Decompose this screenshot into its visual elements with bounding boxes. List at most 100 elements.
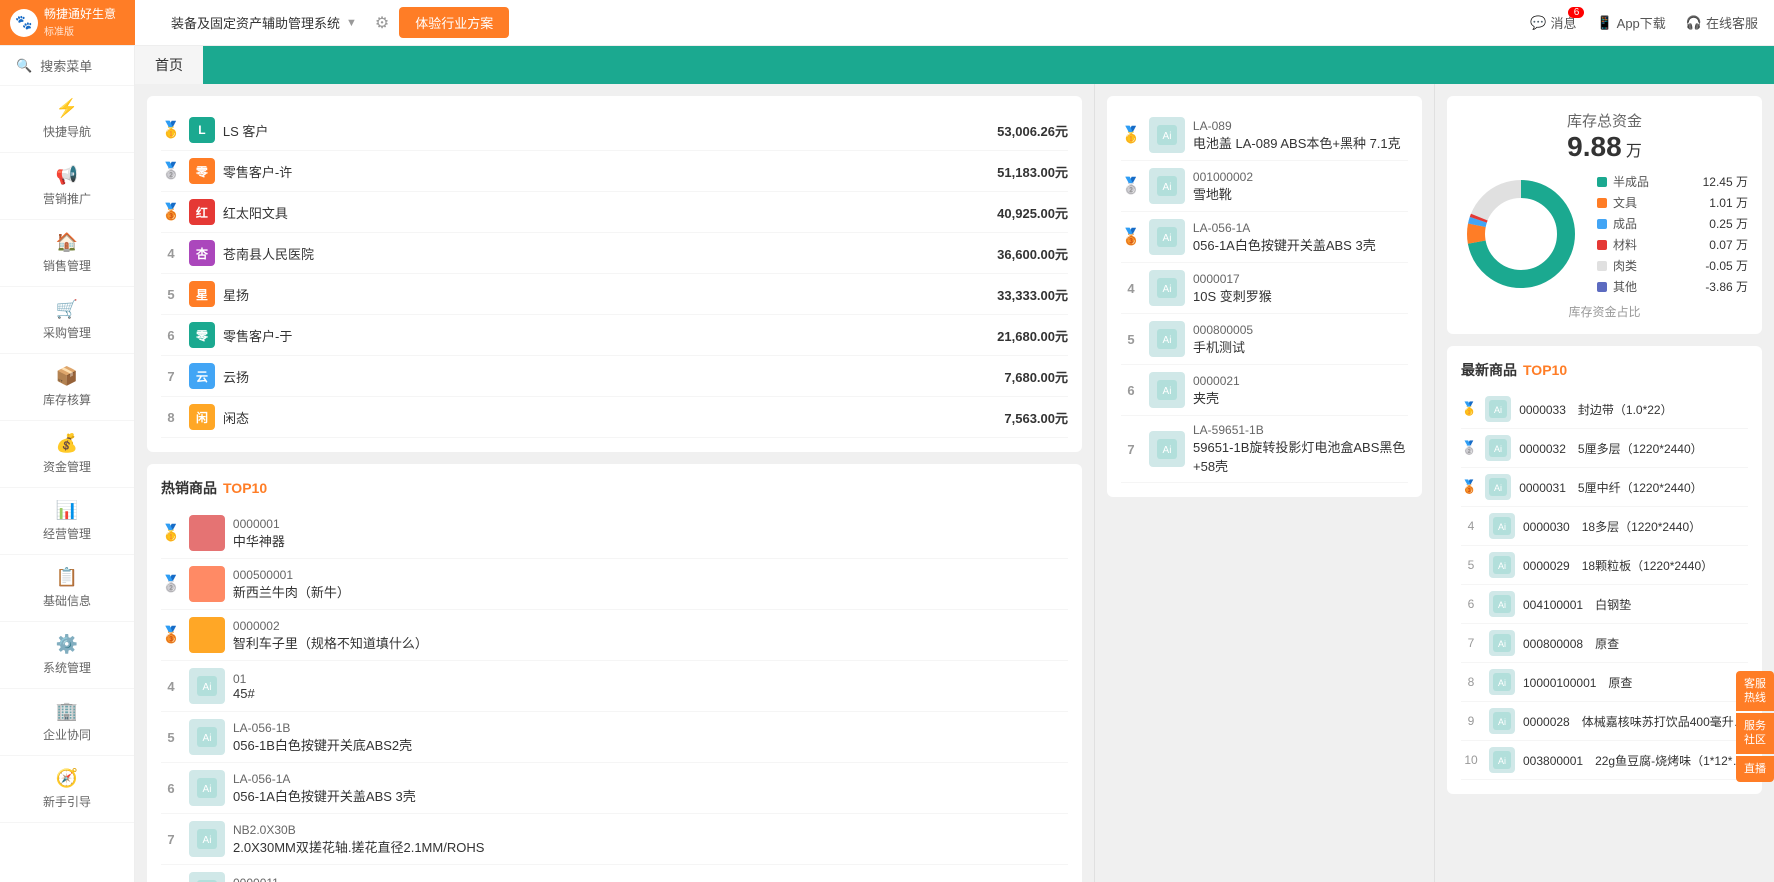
sidebar-item-finance[interactable]: 💰 资金管理 xyxy=(0,421,134,488)
product-info: 000500001 新西兰牛肉（新牛） xyxy=(233,568,1068,601)
inventory-footer: 库存资金占比 xyxy=(1461,303,1748,320)
guide-icon: 🧭 xyxy=(56,768,78,789)
rank-number: 6 xyxy=(161,781,181,796)
sidebar-item-inventory[interactable]: 📦 库存核算 xyxy=(0,354,134,421)
hot-products-list: 🥇 0000001 中华神器 🥈 000500001 新西兰牛肉（新牛） 🥉 0… xyxy=(161,508,1068,882)
legend-dot xyxy=(1597,219,1607,229)
sidebar-item-marketing[interactable]: 📢 营销推广 xyxy=(0,153,134,220)
headset-icon: 🎧 xyxy=(1686,15,1702,31)
product-info: LA-59651-1B 59651-1B旋转投影灯电池盒ABS黑色+58壳 xyxy=(1193,423,1408,475)
legend-label: 半成品 xyxy=(1613,173,1649,190)
message-icon: 💬 xyxy=(1530,15,1546,31)
bronze-medal-icon: 🥉 xyxy=(161,202,181,222)
svg-text:Ai: Ai xyxy=(1498,756,1506,766)
search-menu-item[interactable]: 🔍 搜索菜单 xyxy=(0,46,134,86)
latest-product-info: 0000029 18颗粒板（1220*2440） xyxy=(1523,557,1748,574)
latest-product-image: Ai xyxy=(1489,591,1515,617)
customer-rank-item: 4 杏 苍南县人民医院 36,600.00元 xyxy=(161,233,1068,274)
product-name: 智利车子里（规格不知道填什么） xyxy=(233,633,1068,652)
svg-text:Ai: Ai xyxy=(1494,405,1502,415)
latest-product-info: 004100001 白钢垫 xyxy=(1523,596,1748,613)
sidebar-item-sales[interactable]: 🏠 销售管理 xyxy=(0,220,134,287)
bronze-medal-icon: 🥉 xyxy=(1121,227,1141,247)
product-info: LA-056-1B 056-1B白色按键开关底ABS2壳 xyxy=(233,721,1068,754)
search-icon: 🔍 xyxy=(16,58,32,74)
avatar: 杏 xyxy=(189,240,215,266)
legend-item: 文具 1.01 万 xyxy=(1597,194,1748,211)
rank-number: 8 xyxy=(1461,675,1481,689)
legend-label: 肉类 xyxy=(1613,257,1637,274)
sales-icon: 🏠 xyxy=(56,232,78,253)
latest-product-item: 7 Ai 000800008 原查 xyxy=(1461,624,1748,663)
rank-number: 9 xyxy=(1461,714,1481,728)
cs-live-button[interactable]: 直播 xyxy=(1736,756,1774,782)
svg-text:Ai: Ai xyxy=(1494,444,1502,454)
product-name: 手机测试 xyxy=(1193,337,1408,356)
stock-product-item: 5 Ai 000800005 手机测试 xyxy=(1121,314,1408,365)
finance-icon: 💰 xyxy=(56,433,78,454)
tab-home[interactable]: 首页 xyxy=(135,46,203,84)
product-info: NB2.0X30B 2.0X30MM双搓花轴.搓花直径2.1MM/ROHS xyxy=(233,823,1068,856)
app-download-button[interactable]: 📱 App下载 xyxy=(1596,13,1665,32)
product-name: 夹壳 xyxy=(1193,388,1408,407)
latest-product-info: 000800008 原查 xyxy=(1523,635,1748,652)
online-service-button[interactable]: 🎧 在线客服 xyxy=(1686,13,1758,32)
product-image-placeholder: Ai xyxy=(1149,117,1185,153)
rank-number: 7 xyxy=(1121,442,1141,457)
sidebar-item-enterprise[interactable]: 🏢 企业协同 xyxy=(0,689,134,756)
product-code: 0000021 xyxy=(1193,374,1408,388)
bronze-medal-icon: 🥉 xyxy=(161,625,181,645)
inventory-icon: 📦 xyxy=(56,366,78,387)
product-info: LA-089 电池盖 LA-089 ABS本色+黑种 7.1克 xyxy=(1193,119,1408,152)
legend-dot xyxy=(1597,282,1607,292)
latest-product-item: 6 Ai 004100001 白钢垫 xyxy=(1461,585,1748,624)
latest-products-card: 最新商品 TOP10 🥇 Ai 0000033 封边带（1.0*22） 🥈 Ai… xyxy=(1447,346,1762,794)
hot-product-item: 8 Ai 0000011 12070519-xs xyxy=(161,865,1068,882)
latest-products-list: 🥇 Ai 0000033 封边带（1.0*22） 🥈 Ai 0000032 5厘… xyxy=(1461,390,1748,780)
hot-product-item: 4 Ai 01 45# xyxy=(161,661,1068,712)
gear-icon[interactable]: ⚙ xyxy=(375,13,389,33)
svg-text:Ai: Ai xyxy=(1498,561,1506,571)
latest-product-image: Ai xyxy=(1489,708,1515,734)
rank-number: 7 xyxy=(161,369,181,384)
avatar: 零 xyxy=(189,322,215,348)
latest-products-title: 最新商品 TOP10 xyxy=(1461,360,1748,380)
product-name: 新西兰牛肉（新牛） xyxy=(233,582,1068,601)
cs-hotline-button[interactable]: 客服热线 xyxy=(1736,671,1774,712)
sidebar-item-purchase[interactable]: 🛒 采购管理 xyxy=(0,287,134,354)
system-selector[interactable]: 装备及固定资产辅助管理系统 ▼ xyxy=(163,13,365,32)
rank-number: 5 xyxy=(1121,332,1141,347)
sidebar-item-system[interactable]: ⚙️ 系统管理 xyxy=(0,622,134,689)
product-info: 000800005 手机测试 xyxy=(1193,323,1408,356)
try-industry-button[interactable]: 体验行业方案 xyxy=(399,7,509,38)
sidebar-item-guide[interactable]: 🧭 新手引导 xyxy=(0,756,134,823)
latest-product-item: 4 Ai 0000030 18多层（1220*2440） xyxy=(1461,507,1748,546)
sidebar-item-basic[interactable]: 📋 基础信息 xyxy=(0,555,134,622)
stock-product-item: 🥇 Ai LA-089 电池盖 LA-089 ABS本色+黑种 7.1克 xyxy=(1121,110,1408,161)
content-area: 首页 🥇 L LS 客户 53,006.26元 🥈 零 零售客户-许 51,18… xyxy=(135,46,1774,882)
svg-text:Ai: Ai xyxy=(1163,386,1172,397)
system-icon: ⚙️ xyxy=(56,634,78,655)
left-panel: 🥇 L LS 客户 53,006.26元 🥈 零 零售客户-许 51,183.0… xyxy=(135,84,1094,882)
sidebar-item-operation[interactable]: 📊 经营管理 xyxy=(0,488,134,555)
rank-number: 4 xyxy=(161,246,181,261)
svg-text:Ai: Ai xyxy=(1494,483,1502,493)
message-button[interactable]: 💬 消息 6 xyxy=(1530,13,1576,32)
sidebar-item-quick-nav[interactable]: ⚡ 快捷导航 xyxy=(0,86,134,153)
product-code: 000500001 xyxy=(233,568,1068,582)
legend-value: -3.86 万 xyxy=(1705,278,1748,295)
product-code: 000800005 xyxy=(1193,323,1408,337)
svg-text:Ai: Ai xyxy=(1163,335,1172,346)
customer-rank-list: 🥇 L LS 客户 53,006.26元 🥈 零 零售客户-许 51,183.0… xyxy=(161,110,1068,438)
rank-number: 6 xyxy=(1461,597,1481,611)
customer-value: 40,925.00元 xyxy=(997,203,1068,222)
page-tabs: 首页 xyxy=(135,46,1774,84)
logo-area: 🐾 畅捷通好生意 标准版 xyxy=(0,0,135,46)
latest-product-item: 9 Ai 0000028 体械嘉核味苏打饮品400毫升（1*15） xyxy=(1461,702,1748,741)
product-code: 0000011 xyxy=(233,876,1068,882)
svg-text:Ai: Ai xyxy=(1162,131,1171,142)
cs-service-button[interactable]: 服务社区 xyxy=(1736,713,1774,754)
svg-text:Ai: Ai xyxy=(1498,678,1506,688)
product-info: LA-056-1A 056-1A白色按键开关盖ABS 3壳 xyxy=(1193,221,1408,254)
product-info: 001000002 雪地靴 xyxy=(1193,170,1408,203)
